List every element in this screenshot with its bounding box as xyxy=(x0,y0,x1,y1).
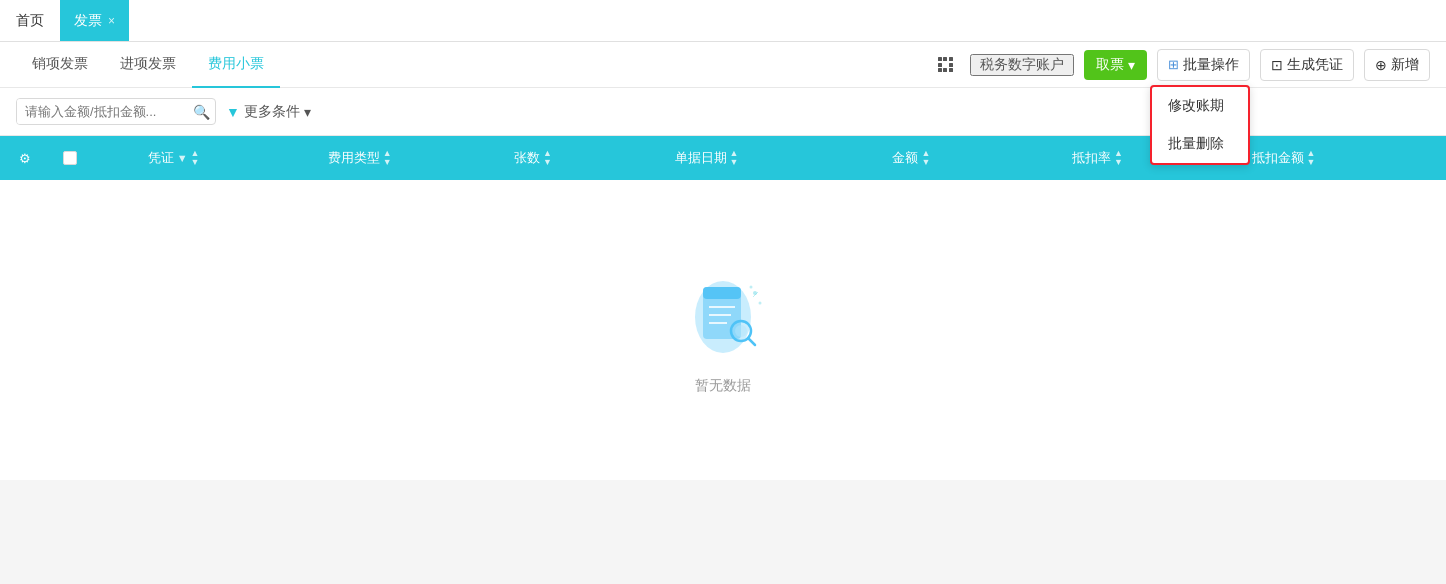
tab-expense-receipt[interactable]: 费用小票 xyxy=(192,42,280,88)
th-voucher[interactable]: 凭证 ▼ ▲▼ xyxy=(90,136,257,180)
batch-op-button[interactable]: ⊞ 批量操作 xyxy=(1157,49,1250,81)
gen-voucher-label: 生成凭证 xyxy=(1287,56,1343,74)
invoice-tab[interactable]: 发票 × xyxy=(60,0,129,41)
empty-text: 暂无数据 xyxy=(695,377,751,395)
svg-point-10 xyxy=(759,302,762,305)
tab-purchase-invoice[interactable]: 进项发票 xyxy=(104,42,192,88)
new-label: 新增 xyxy=(1391,56,1419,74)
batch-op-dropdown: 修改账期 批量删除 xyxy=(1150,85,1250,165)
svg-line-8 xyxy=(748,338,755,345)
more-conditions-button[interactable]: ▼ 更多条件 ▾ xyxy=(226,103,311,121)
more-conditions-chevron-icon: ▾ xyxy=(304,104,311,120)
th-date-label: 单据日期 xyxy=(675,149,727,167)
new-icon: ⊕ xyxy=(1375,57,1387,73)
invoice-tab-label: 发票 xyxy=(74,12,102,30)
sub-nav: 销项发票 进项发票 费用小票 税务数字账户 取票 ▾ ⊞ 批量操作 xyxy=(0,42,1446,88)
new-button[interactable]: ⊕ 新增 xyxy=(1364,49,1430,81)
search-icon: 🔍 xyxy=(193,104,210,120)
th-date[interactable]: 单据日期 ▲▼ xyxy=(604,136,809,180)
home-tab[interactable]: 首页 xyxy=(0,0,60,41)
batch-op-label: 批量操作 xyxy=(1183,56,1239,74)
th-deduct-amount-label: 抵扣金额 xyxy=(1252,149,1304,167)
table-body: 暂无数据 xyxy=(0,180,1446,480)
gear-icon: ⚙ xyxy=(19,151,31,166)
empty-illustration xyxy=(673,265,773,365)
close-tab-icon[interactable]: × xyxy=(108,14,115,28)
svg-rect-2 xyxy=(703,287,741,299)
qr-icon[interactable] xyxy=(930,50,960,80)
filter-icon: ▼ xyxy=(226,104,240,120)
svg-point-7 xyxy=(735,325,747,337)
take-ticket-chevron-icon: ▾ xyxy=(1128,57,1135,73)
th-date-sort-icon: ▲▼ xyxy=(730,149,739,167)
th-amount-sort-icon: ▲▼ xyxy=(921,149,930,167)
th-voucher-filter-icon: ▼ xyxy=(177,152,188,164)
header-checkbox[interactable] xyxy=(63,151,77,165)
th-count-label: 张数 xyxy=(514,149,540,167)
th-deduct-amount-sort-icon: ▲▼ xyxy=(1307,149,1316,167)
qr-grid-icon xyxy=(938,57,953,72)
th-amount[interactable]: 金额 ▲▼ xyxy=(809,136,1014,180)
tax-account-button[interactable]: 税务数字账户 xyxy=(970,54,1074,76)
th-deduct-rate-sort-icon: ▲▼ xyxy=(1114,149,1123,167)
th-checkbox[interactable] xyxy=(50,136,90,180)
th-expense-type-label: 费用类型 xyxy=(328,149,380,167)
search-button[interactable]: 🔍 xyxy=(187,104,216,120)
batch-op-wrap: ⊞ 批量操作 修改账期 批量删除 xyxy=(1157,49,1250,81)
search-input[interactable] xyxy=(17,99,187,124)
gen-voucher-icon: ⊡ xyxy=(1271,57,1283,73)
th-voucher-label: 凭证 xyxy=(148,149,174,167)
th-count-sort-icon: ▲▼ xyxy=(543,149,552,167)
dropdown-item-batch-delete[interactable]: 批量删除 xyxy=(1152,125,1248,163)
dropdown-item-modify-period[interactable]: 修改账期 xyxy=(1152,87,1248,125)
top-nav: 首页 发票 × xyxy=(0,0,1446,42)
gen-voucher-button[interactable]: ⊡ 生成凭证 xyxy=(1260,49,1354,81)
take-ticket-label: 取票 xyxy=(1096,56,1124,74)
tab-sales-invoice[interactable]: 销项发票 xyxy=(16,42,104,88)
sub-nav-actions: 税务数字账户 取票 ▾ ⊞ 批量操作 修改账期 批量删除 ⊡ 生成凭证 ⊕ 新增 xyxy=(930,49,1430,81)
sub-nav-tabs: 销项发票 进项发票 费用小票 xyxy=(16,42,930,88)
more-conditions-label: 更多条件 xyxy=(244,103,300,121)
take-ticket-button[interactable]: 取票 ▾ xyxy=(1084,50,1147,80)
batch-op-icon: ⊞ xyxy=(1168,57,1179,72)
th-amount-label: 金额 xyxy=(892,149,918,167)
th-deduct-rate-label: 抵扣率 xyxy=(1072,149,1111,167)
th-more xyxy=(1386,136,1446,180)
th-gear[interactable]: ⚙ xyxy=(0,136,50,180)
th-voucher-sort-icon: ▲▼ xyxy=(191,149,200,167)
search-wrap: 🔍 xyxy=(16,98,216,125)
th-expense-type[interactable]: 费用类型 ▲▼ xyxy=(257,136,462,180)
th-expense-type-sort-icon: ▲▼ xyxy=(383,149,392,167)
th-count[interactable]: 张数 ▲▼ xyxy=(462,136,604,180)
svg-point-11 xyxy=(750,286,753,289)
